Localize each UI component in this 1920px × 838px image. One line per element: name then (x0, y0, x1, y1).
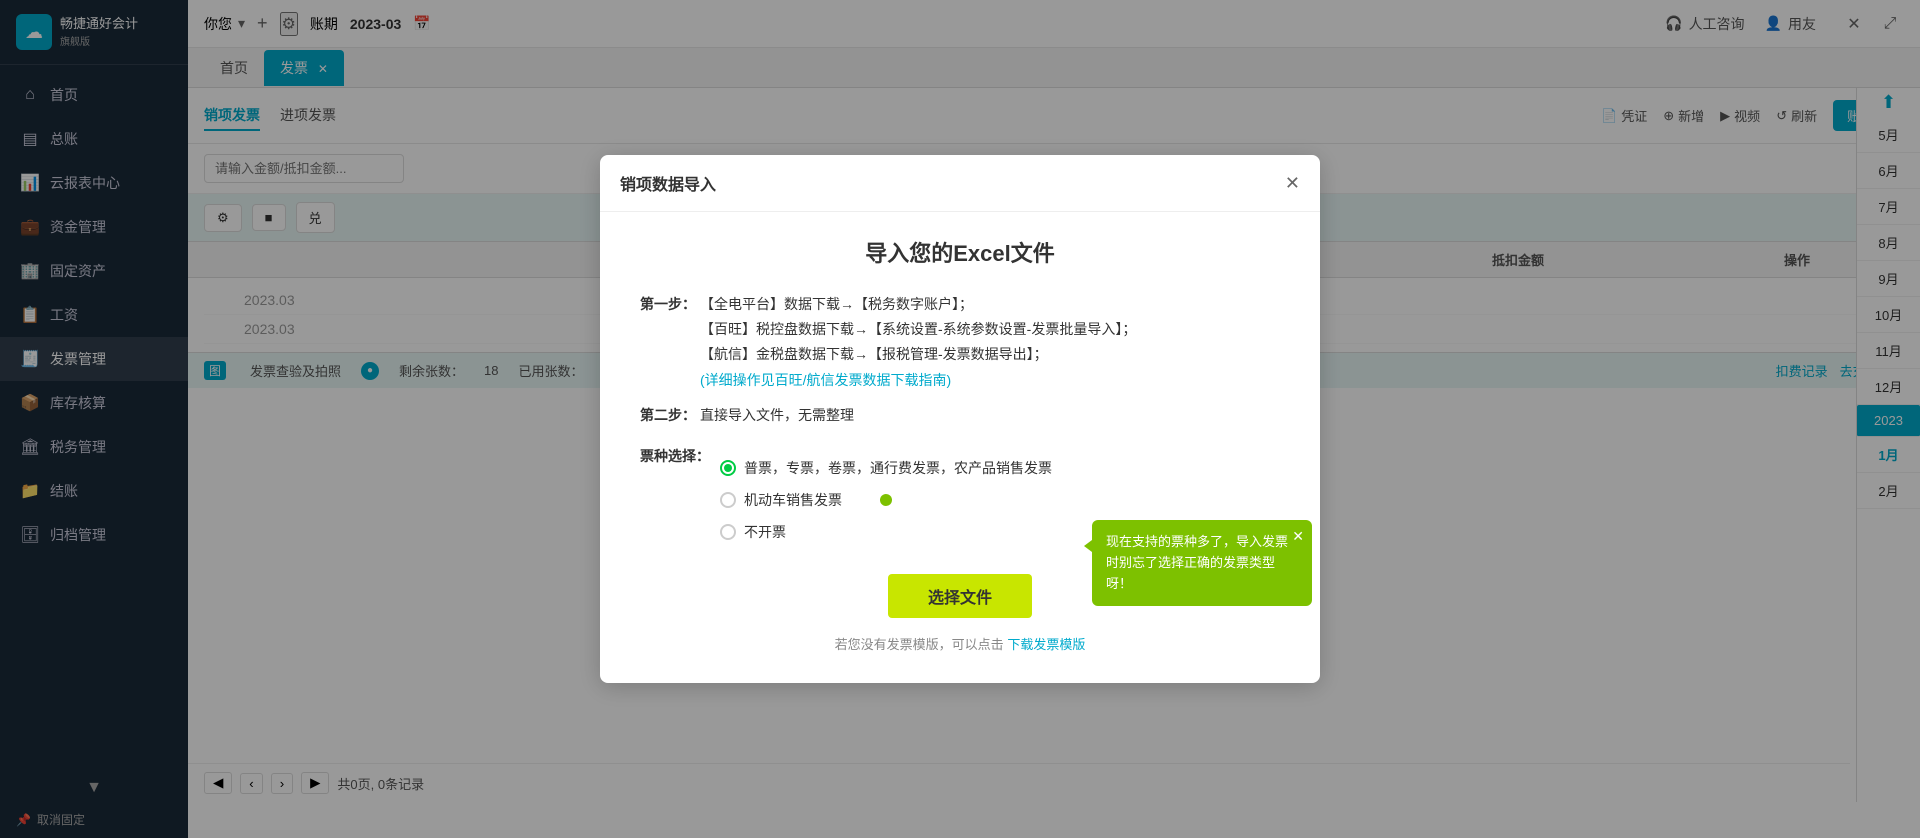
step1-line3: 【航信】金税盘数据下载→【报税管理-发票数据导出】； (700, 342, 1280, 367)
step1-row: 第一步： 【全电平台】数据下载→【税务数字账户】； 【百旺】税控盘数据下载→【系… (640, 292, 1280, 393)
radio-no-ticket-label: 不开票 (744, 522, 786, 542)
modal-overlay: 销项数据导入 ✕ 导入您的Excel文件 第一步： 【全电平台】数据下载→【税务… (0, 0, 1920, 838)
radio-normal[interactable]: 普票，专票，卷票，通行费发票，农产品销售发票 (720, 458, 1052, 478)
import-title: 导入您的Excel文件 (640, 236, 1280, 268)
modal-header: 销项数据导入 ✕ (600, 155, 1320, 212)
step2-row: 第二步： 直接导入文件，无需整理 (640, 403, 1280, 428)
step1-label: 第一步： (640, 292, 700, 393)
step1-line1: 【全电平台】数据下载→【税务数字账户】； (700, 292, 1280, 317)
modal-title: 销项数据导入 (620, 171, 716, 195)
radio-normal-input[interactable] (720, 460, 736, 476)
radio-motor-input[interactable] (720, 492, 736, 508)
footer-text: 若您没有发票模版，可以点击 (835, 637, 1004, 652)
radio-motor-label: 机动车销售发票 (744, 490, 842, 510)
import-modal: 销项数据导入 ✕ 导入您的Excel文件 第一步： 【全电平台】数据下载→【税务… (600, 155, 1320, 683)
tooltip-bubble: ✕ 现在支持的票种多了，导入发票时别忘了选择正确的发票类型呀！ (1092, 520, 1312, 606)
step1-content: 【全电平台】数据下载→【税务数字账户】； 【百旺】税控盘数据下载→【系统设置-系… (700, 292, 1280, 393)
radio-no-ticket[interactable]: 不开票 (720, 522, 1052, 542)
step2-content: 直接导入文件，无需整理 (700, 403, 1280, 428)
ticket-label: 票种选择： (640, 444, 720, 466)
step2-label: 第二步： (640, 403, 700, 428)
radio-normal-label: 普票，专票，卷票，通行费发票，农产品销售发票 (744, 458, 1052, 478)
radio-group: 普票，专票，卷票，通行费发票，农产品销售发票 机动车销售发票 ✕ 现在支持的票种… (720, 458, 1052, 554)
modal-footer: 若您没有发票模版，可以点击 下载发票模版 (640, 634, 1280, 653)
download-template-link[interactable]: 下载发票模版 (1007, 637, 1085, 652)
modal-body: 导入您的Excel文件 第一步： 【全电平台】数据下载→【税务数字账户】； 【百… (600, 212, 1320, 683)
tooltip-close-btn[interactable]: ✕ (1292, 528, 1304, 545)
ticket-selection: 票种选择： 普票，专票，卷票，通行费发票，农产品销售发票 机动车销售发票 ✕ 现… (640, 444, 1280, 554)
step1-line2: 【百旺】税控盘数据下载→【系统设置-系统参数设置-发票批量导入】； (700, 317, 1280, 342)
radio-no-ticket-input[interactable] (720, 524, 736, 540)
tooltip-text: 现在支持的票种多了，导入发票时别忘了选择正确的发票类型呀！ (1106, 534, 1288, 591)
modal-close-button[interactable]: ✕ (1285, 173, 1300, 194)
select-file-button[interactable]: 选择文件 (888, 574, 1032, 618)
radio-motor[interactable]: 机动车销售发票 ✕ 现在支持的票种多了，导入发票时别忘了选择正确的发票类型呀！ (720, 490, 1052, 510)
step1-guide-link[interactable]: (详细操作见百旺/航信发票数据下载指南) (700, 372, 951, 388)
connector-dot (880, 494, 892, 506)
